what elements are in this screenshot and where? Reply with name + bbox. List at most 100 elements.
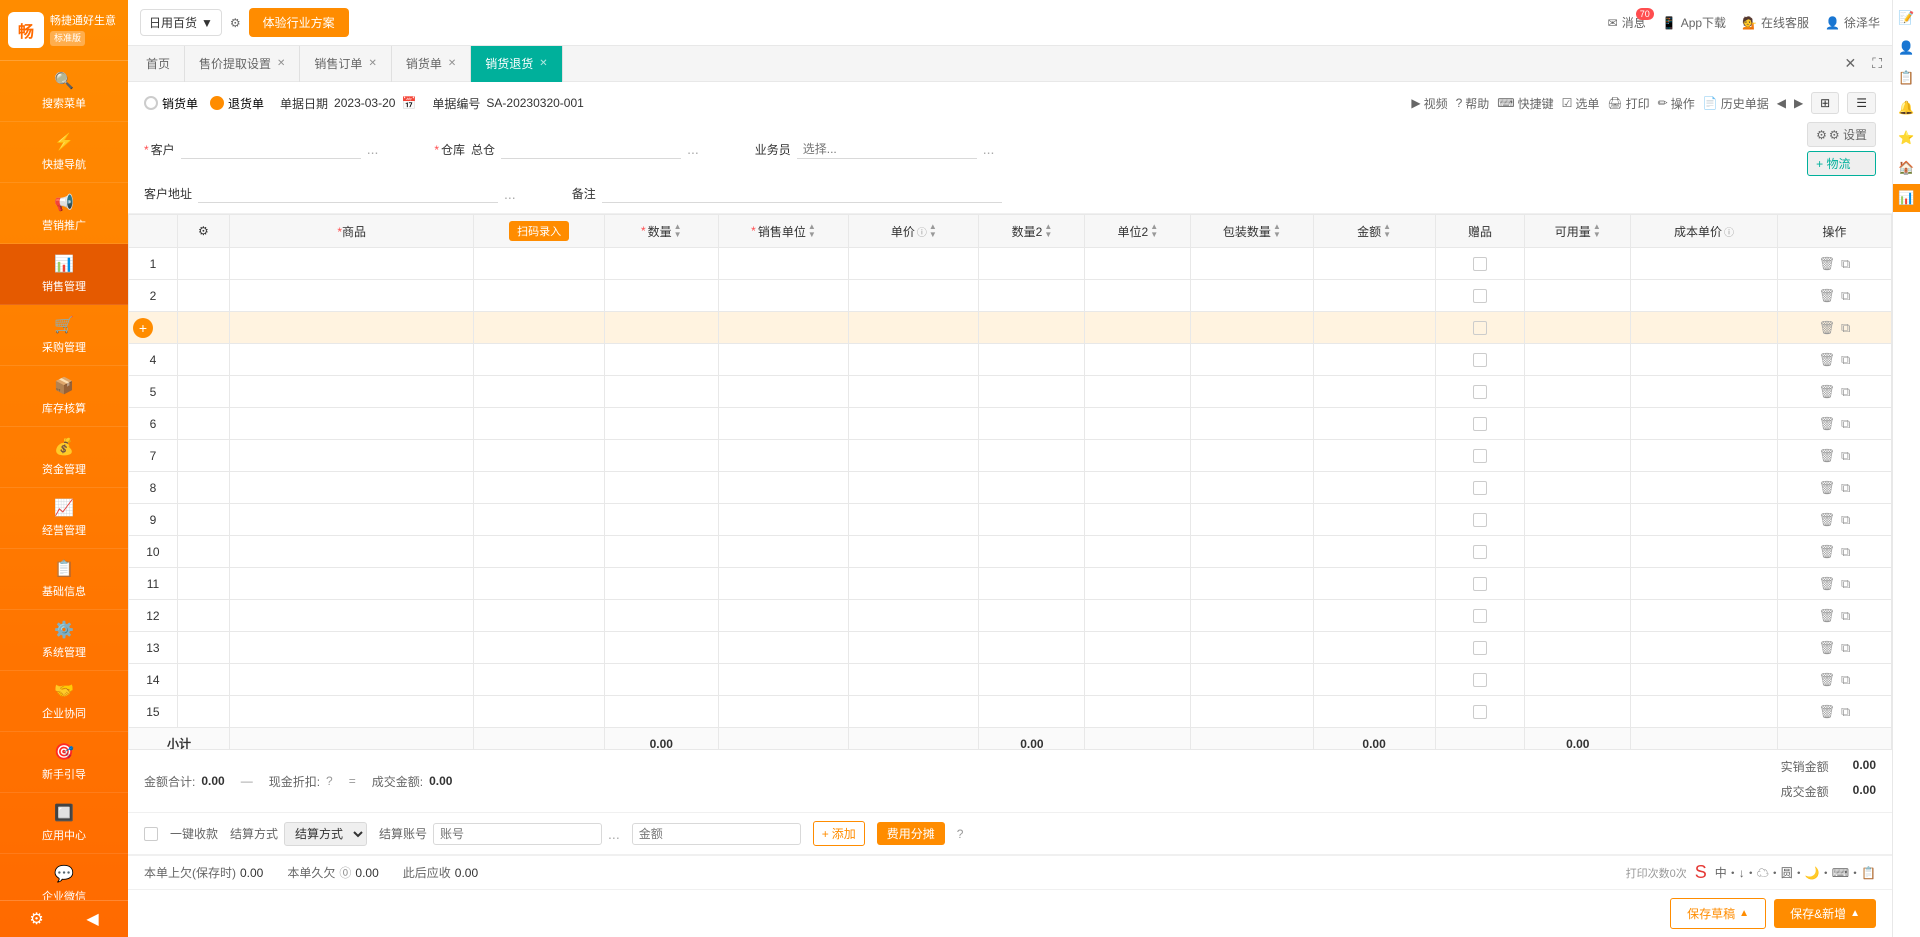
copy-row-icon[interactable]: ⧉ — [1841, 704, 1850, 720]
add-logistics-button[interactable]: + 物流 — [1807, 151, 1876, 176]
tab-sales-delivery[interactable]: 销货单 ✕ — [392, 46, 471, 82]
warehouse-input[interactable] — [501, 140, 681, 159]
writeoff-dots[interactable]: ... — [608, 826, 620, 842]
salesperson-input[interactable] — [797, 140, 977, 159]
help-btn[interactable]: ? 帮助 — [1456, 95, 1490, 112]
tab-close-icon[interactable]: ✕ — [368, 58, 376, 69]
copy-row-icon[interactable]: ⧉ — [1841, 512, 1850, 528]
sidebar-item-system[interactable]: ⚙️ 系统管理 — [0, 610, 128, 671]
gift-checkbox[interactable] — [1473, 513, 1487, 527]
gift-checkbox[interactable] — [1473, 481, 1487, 495]
save-new-button[interactable]: 保存&新增 ▲ — [1774, 899, 1876, 928]
copy-row-icon[interactable]: ⧉ — [1841, 288, 1850, 304]
delete-row-icon[interactable]: 🗑 — [1819, 384, 1836, 400]
avail-sort[interactable]: ▲▼ — [1593, 223, 1601, 239]
messages-button[interactable]: ✉ 消息 70 — [1608, 14, 1646, 31]
add-row-button[interactable]: + — [133, 318, 153, 338]
right-tool-7[interactable]: 📊 — [1893, 184, 1920, 212]
tab-close-icon[interactable]: ✕ — [448, 58, 456, 69]
gift-checkbox[interactable] — [1473, 545, 1487, 559]
sidebar-collapse-icon[interactable]: ◀ — [86, 909, 98, 929]
gift-checkbox[interactable] — [1473, 353, 1487, 367]
tab-price-setting[interactable]: 售价提取设置 ✕ — [185, 46, 300, 82]
sidebar-item-sales[interactable]: 📊 销售管理 — [0, 244, 128, 305]
sidebar-item-quicknav[interactable]: ⚡ 快捷导航 — [0, 122, 128, 183]
gift-checkbox[interactable] — [1473, 385, 1487, 399]
select-btn[interactable]: ☑ 选单 — [1562, 95, 1600, 112]
right-tool-4[interactable]: 🔔 — [1893, 94, 1920, 122]
right-tool-6[interactable]: 🏠 — [1893, 154, 1920, 182]
print-btn[interactable]: 🖨 打印 — [1607, 95, 1649, 112]
delete-row-icon[interactable]: 🗑 — [1819, 256, 1836, 272]
save-draft-button[interactable]: 保存草稿 ▲ — [1670, 898, 1766, 929]
sidebar-item-inventory[interactable]: 📦 库存核算 — [0, 366, 128, 427]
maximize-icon[interactable]: ⛶ — [1866, 53, 1888, 74]
cost-info-icon[interactable]: ⓘ — [1724, 224, 1734, 239]
delete-row-icon[interactable]: 🗑 — [1819, 448, 1836, 464]
gift-checkbox[interactable] — [1473, 257, 1487, 271]
copy-row-icon[interactable]: ⧉ — [1841, 480, 1850, 496]
address-input[interactable] — [198, 184, 498, 203]
copy-row-icon[interactable]: ⧉ — [1841, 544, 1850, 560]
calendar-icon[interactable]: 📅 — [401, 96, 416, 110]
copy-row-icon[interactable]: ⧉ — [1841, 384, 1850, 400]
delete-row-icon[interactable]: 🗑 — [1819, 640, 1836, 656]
sidebar-item-wechat[interactable]: 💬 企业微信 — [0, 854, 128, 900]
delete-row-icon[interactable]: 🗑 — [1819, 352, 1836, 368]
price-sort[interactable]: ▲▼ — [929, 223, 937, 239]
user-menu[interactable]: 👤 徐泽华 — [1825, 14, 1880, 31]
delete-row-icon[interactable]: 🗑 — [1819, 288, 1836, 304]
qty2-sort[interactable]: ▲▼ — [1044, 223, 1052, 239]
pkg-sort[interactable]: ▲▼ — [1273, 223, 1281, 239]
gift-checkbox[interactable] — [1473, 641, 1487, 655]
delete-row-icon[interactable]: 🗑 — [1819, 544, 1836, 560]
note-input[interactable] — [602, 184, 1002, 203]
delete-row-icon[interactable]: 🗑 — [1819, 704, 1836, 720]
sidebar-item-purchase[interactable]: 🛒 采购管理 — [0, 305, 128, 366]
amount-sort[interactable]: ▲▼ — [1383, 223, 1391, 239]
customer-input[interactable] — [181, 140, 361, 159]
sidebar-item-guide[interactable]: 🎯 新手引导 — [0, 732, 128, 793]
right-tool-5[interactable]: ⭐ — [1893, 124, 1920, 152]
gift-checkbox[interactable] — [1473, 577, 1487, 591]
copy-row-icon[interactable]: ⧉ — [1841, 416, 1850, 432]
sidebar-item-finance[interactable]: 💰 资金管理 — [0, 427, 128, 488]
online-service-button[interactable]: 💁 在线客服 — [1742, 14, 1809, 31]
video-help-btn[interactable]: ▶ 视频 — [1411, 95, 1447, 112]
split-help-icon[interactable]: ? — [957, 827, 964, 841]
warehouse-dots[interactable]: ... — [687, 141, 699, 157]
gift-checkbox[interactable] — [1473, 705, 1487, 719]
sidebar-item-basic[interactable]: 📋 基础信息 — [0, 549, 128, 610]
copy-row-icon[interactable]: ⧉ — [1841, 672, 1850, 688]
delete-row-icon[interactable]: 🗑 — [1819, 480, 1836, 496]
row-product[interactable] — [230, 280, 474, 312]
sidebar-item-marketing[interactable]: 📢 营销推广 — [0, 183, 128, 244]
price-info-icon[interactable]: ⓘ — [917, 224, 927, 239]
gift-checkbox[interactable] — [1473, 289, 1487, 303]
copy-row-icon[interactable]: ⧉ — [1841, 352, 1850, 368]
copy-row-icon[interactable]: ⧉ — [1841, 448, 1850, 464]
salesperson-dots[interactable]: ... — [983, 141, 995, 157]
grid-view-btn[interactable]: ⊞ — [1811, 92, 1839, 114]
row-product[interactable] — [230, 248, 474, 280]
prev-record-icon[interactable]: ◀ — [1777, 96, 1786, 110]
delete-row-icon[interactable]: 🗑 — [1819, 512, 1836, 528]
radio-return[interactable]: 退货单 — [210, 95, 264, 112]
tab-sales-order[interactable]: 销售订单 ✕ — [300, 46, 391, 82]
tab-sales-return[interactable]: 销货退货 ✕ — [471, 46, 562, 82]
app-download-button[interactable]: 📱 App下载 — [1662, 14, 1726, 31]
sidebar-item-search[interactable]: 🔍 搜索菜单 — [0, 61, 128, 122]
sidebar-item-operation[interactable]: 📈 经营管理 — [0, 488, 128, 549]
copy-row-icon[interactable]: ⧉ — [1841, 608, 1850, 624]
tab-close-icon[interactable]: ✕ — [539, 58, 547, 69]
day-select[interactable]: 日用百货 ▼ — [140, 9, 222, 36]
delete-row-icon[interactable]: 🗑 — [1819, 320, 1836, 336]
gift-checkbox[interactable] — [1473, 609, 1487, 623]
history-btn[interactable]: 📄 历史单据 — [1703, 95, 1769, 112]
operate-btn[interactable]: ✏ 操作 — [1658, 95, 1695, 112]
payment-checkbox[interactable] — [144, 827, 158, 841]
next-record-icon[interactable]: ▶ — [1794, 96, 1803, 110]
payment-amount-input[interactable] — [632, 823, 801, 845]
try-plan-button[interactable]: 体验行业方案 — [249, 8, 349, 37]
radio-shipment[interactable]: 销货单 — [144, 95, 198, 112]
